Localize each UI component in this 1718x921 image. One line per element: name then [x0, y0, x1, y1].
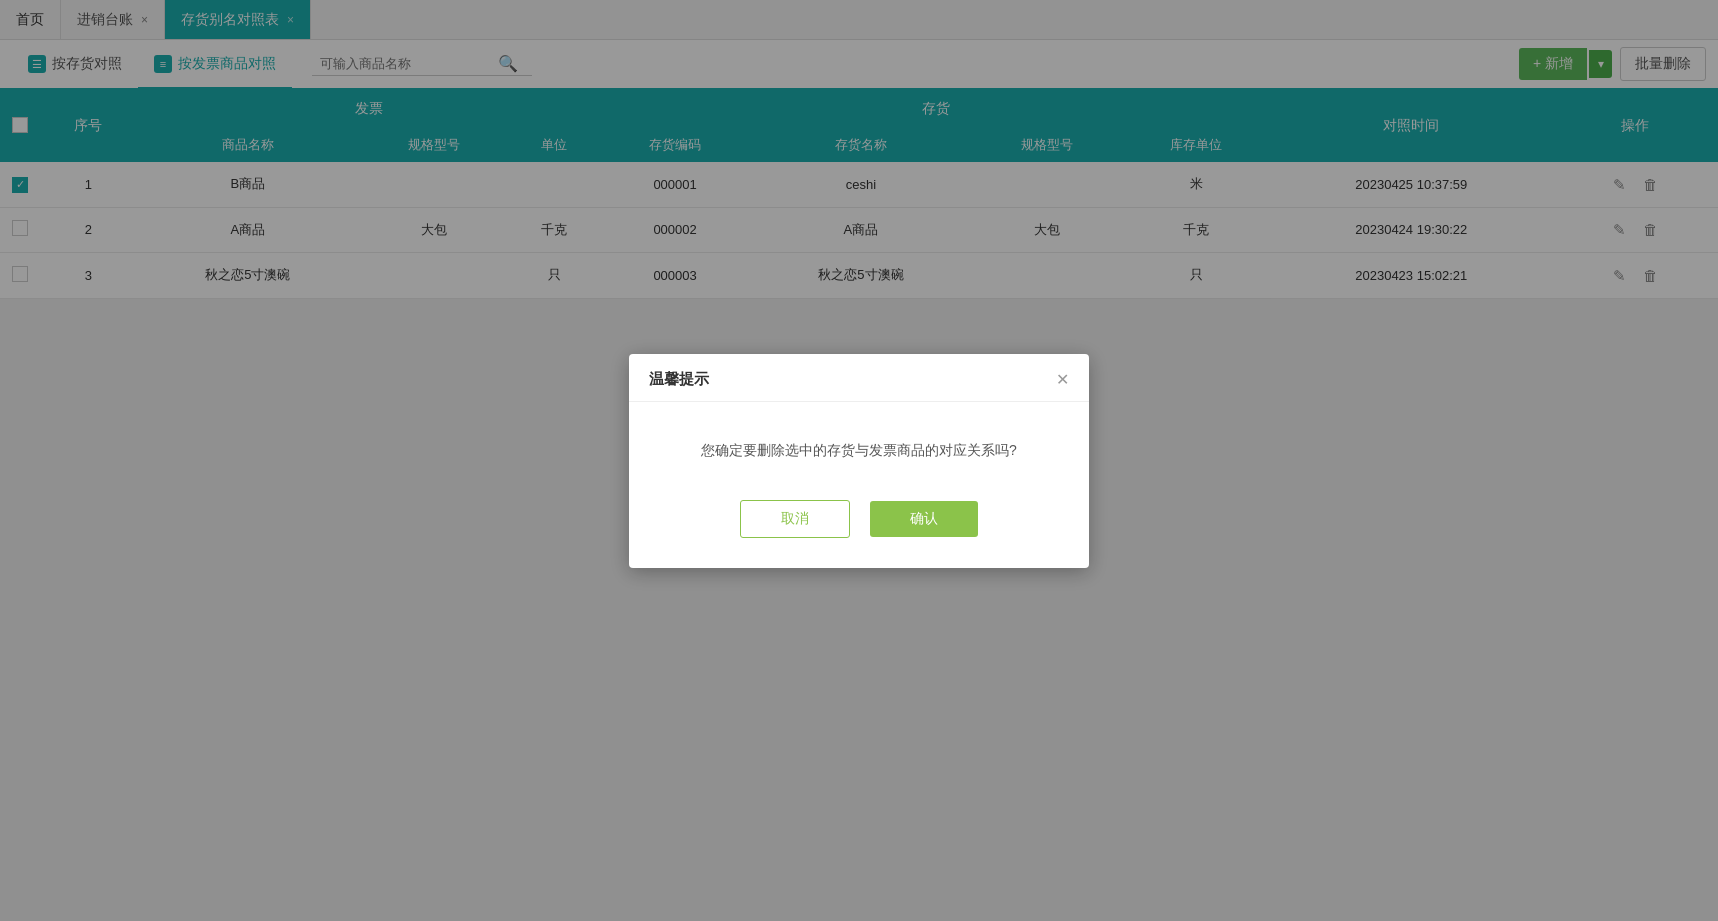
dialog-overlay: 温馨提示 ✕ 您确定要删除选中的存货与发票商品的对应关系吗? 取消 确认 — [0, 0, 1718, 299]
